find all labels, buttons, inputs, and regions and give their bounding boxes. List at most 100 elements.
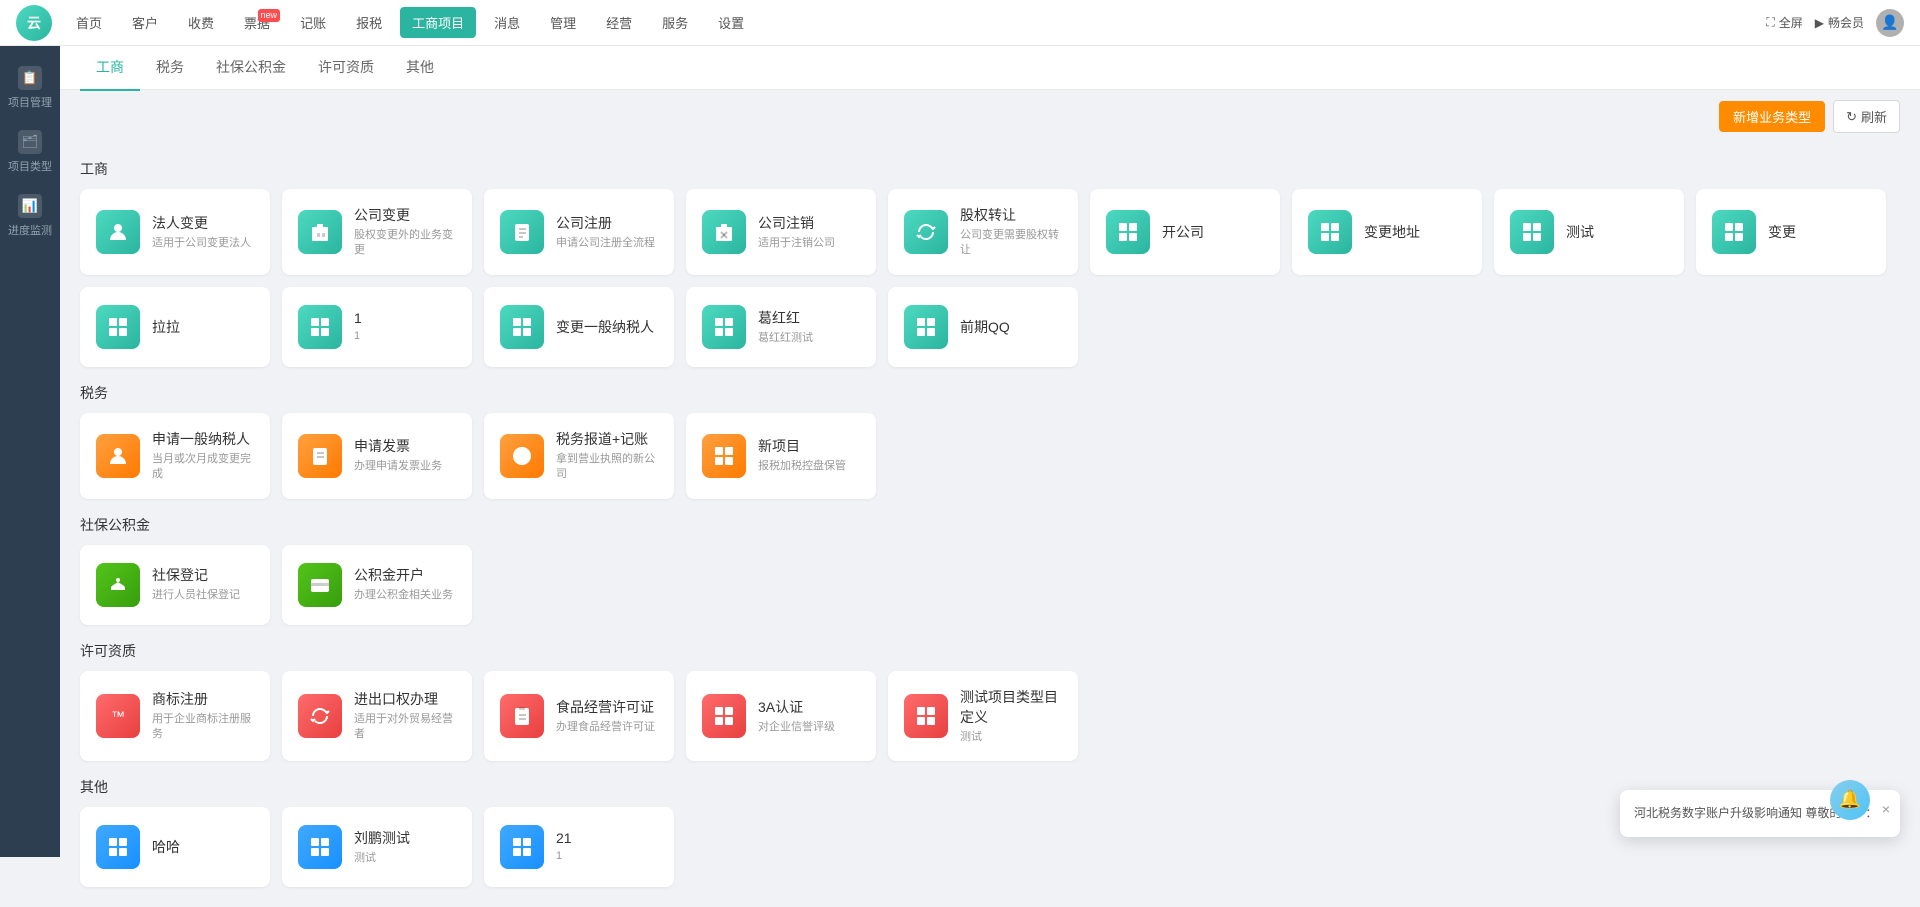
member-btn[interactable]: ▶ 畅会员 [1815, 14, 1864, 31]
card-lala[interactable]: 拉拉 [80, 287, 270, 367]
sidebar-item-project-type[interactable]: 🗂 项目类型 [0, 120, 60, 184]
card-desc-apply-taxpayer: 当月或次月成变更完成 [152, 452, 254, 483]
card-desc-liupengtest: 测试 [354, 851, 410, 866]
nav-item-home[interactable]: 首页 [64, 7, 114, 38]
tab-bar: 工商税务社保公积金许可资质其他 [60, 46, 1920, 90]
tab-xuke[interactable]: 许可资质 [302, 45, 390, 91]
card-icon-apply-invoice [298, 434, 342, 478]
card-desc-company-cancel: 适用于注销公司 [758, 236, 835, 251]
card-fund-open[interactable]: 公积金开户 办理公积金相关业务 [282, 545, 472, 625]
nav-item-tax[interactable]: 报税 [344, 7, 394, 38]
card-one[interactable]: 1 1 [282, 287, 472, 367]
card-icon-import-export [298, 694, 342, 738]
card-icon-twenty-one [500, 825, 544, 869]
card-3a-cert[interactable]: 3A认证 对企业信誉评级 [686, 671, 876, 761]
card-liupengtest[interactable]: 刘鹏测试 测试 [282, 807, 472, 887]
main-content: 工商税务社保公积金许可资质其他 新增业务类型 ↻ 刷新 工商 法人变更 适用于公… [60, 46, 1920, 907]
card-title-company-change: 公司变更 [354, 205, 456, 225]
project-type-icon: 🗂 [18, 130, 42, 154]
card-title-legal-change: 法人变更 [152, 213, 251, 233]
card-trademark[interactable]: ™ 商标注册 用于企业商标注册服务 [80, 671, 270, 761]
fullscreen-btn[interactable]: ⛶ 全屏 [1766, 14, 1802, 31]
member-icon: ▶ [1815, 16, 1824, 30]
card-title-haha: 哈哈 [152, 837, 180, 857]
card-mohonghong[interactable]: 葛红红 葛红红测试 [686, 287, 876, 367]
card-title-3a-cert: 3A认证 [758, 697, 835, 717]
card-open-company[interactable]: 开公司 [1090, 189, 1280, 275]
card-title-import-export: 进出口权办理 [354, 689, 456, 709]
card-apply-invoice[interactable]: 申请发票 办理申请发票业务 [282, 413, 472, 499]
card-social-reg[interactable]: 社保登记 进行人员社保登记 [80, 545, 270, 625]
nav-item-operations[interactable]: 经营 [594, 7, 644, 38]
card-import-export[interactable]: 进出口权办理 适用于对外贸易经营者 [282, 671, 472, 761]
card-icon-pre-qq [904, 305, 948, 349]
card-apply-taxpayer[interactable]: 申请一般纳税人 当月或次月成变更完成 [80, 413, 270, 499]
card-desc-legal-change: 适用于公司变更法人 [152, 236, 251, 251]
nav-item-tickets[interactable]: 票据new [232, 7, 282, 38]
tab-shuiwu[interactable]: 税务 [140, 45, 200, 91]
sidebar: 📋 项目管理 🗂 项目类型 📊 进度监测 [0, 46, 60, 857]
card-test-type[interactable]: 测试项目类型目定义 测试 [888, 671, 1078, 761]
nav-item-bookkeeping[interactable]: 记账 [288, 7, 338, 38]
card-pre-qq[interactable]: 前期QQ [888, 287, 1078, 367]
card-icon-3a-cert [702, 694, 746, 738]
nav-item-management[interactable]: 管理 [538, 7, 588, 38]
card-desc-import-export: 适用于对外贸易经营者 [354, 712, 456, 743]
card-test[interactable]: 测试 [1494, 189, 1684, 275]
card-icon-lala [96, 305, 140, 349]
card-twenty-one[interactable]: 21 1 [484, 807, 674, 887]
card-change-taxpayer[interactable]: 变更一般纳税人 [484, 287, 674, 367]
top-nav: 云 首页客户收费票据new记账报税工商项目消息管理经营服务设置 ⛶ 全屏 ▶ 畅… [0, 0, 1920, 46]
card-desc-twenty-one: 1 [556, 849, 572, 864]
section-title-shebao: 社保公积金 [80, 515, 1900, 535]
card-title-fund-open: 公积金开户 [354, 565, 453, 585]
card-title-food-license: 食品经营许可证 [556, 697, 655, 717]
card-title-change-address: 变更地址 [1364, 222, 1420, 242]
card-icon-liupengtest [298, 825, 342, 869]
refresh-button[interactable]: ↻ 刷新 [1833, 100, 1900, 133]
card-title-twenty-one: 21 [556, 830, 572, 846]
card-company-reg[interactable]: 公司注册 申请公司注册全流程 [484, 189, 674, 275]
card-change-address[interactable]: 变更地址 [1292, 189, 1482, 275]
card-haha[interactable]: 哈哈 [80, 807, 270, 887]
nav-item-bizreg[interactable]: 工商项目 [400, 7, 476, 38]
card-new-project[interactable]: 新项目 报税加税控盘保管 [686, 413, 876, 499]
card-title-open-company: 开公司 [1162, 222, 1204, 242]
card-equity-transfer[interactable]: 股权转让 公司变更需要股权转让 [888, 189, 1078, 275]
nav-item-billing[interactable]: 收费 [176, 7, 226, 38]
section-title-gongshang: 工商 [80, 159, 1900, 179]
card-title-mohonghong: 葛红红 [758, 308, 813, 328]
sidebar-item-progress[interactable]: 📊 进度监测 [0, 184, 60, 248]
card-desc-equity-transfer: 公司变更需要股权转让 [960, 228, 1062, 259]
nav-item-clients[interactable]: 客户 [120, 7, 170, 38]
card-company-change[interactable]: 公司变更 股权变更外的业务变更 [282, 189, 472, 275]
card-desc-food-license: 办理食品经营许可证 [556, 720, 655, 735]
nav-item-messages[interactable]: 消息 [482, 7, 532, 38]
card-change[interactable]: 变更 [1696, 189, 1886, 275]
card-title-new-project: 新项目 [758, 436, 846, 456]
nav-item-services[interactable]: 服务 [650, 7, 700, 38]
card-desc-3a-cert: 对企业信誉评级 [758, 720, 835, 735]
avatar[interactable]: 👤 [1876, 9, 1904, 37]
tab-gongshang[interactable]: 工商 [80, 45, 140, 91]
card-legal-change[interactable]: 法人变更 适用于公司变更法人 [80, 189, 270, 275]
notification-popup: 🔔 × 河北税务数字账户升级影响通知 尊敬的用户： [1620, 790, 1900, 837]
card-food-license[interactable]: 食品经营许可证 办理食品经营许可证 [484, 671, 674, 761]
card-desc-new-project: 报税加税控盘保管 [758, 459, 846, 474]
nav-item-settings[interactable]: 设置 [706, 7, 756, 38]
tab-other[interactable]: 其他 [390, 45, 450, 91]
card-title-company-reg: 公司注册 [556, 213, 655, 233]
card-desc-company-change: 股权变更外的业务变更 [354, 228, 456, 259]
card-icon-change [1712, 210, 1756, 254]
sidebar-item-project-mgmt[interactable]: 📋 项目管理 [0, 56, 60, 120]
card-tax-report[interactable]: ¥ 税务报道+记账 拿到营业执照的新公司 [484, 413, 674, 499]
notification-close[interactable]: × [1882, 798, 1890, 820]
card-desc-social-reg: 进行人员社保登记 [152, 588, 240, 603]
tab-shebao[interactable]: 社保公积金 [200, 45, 302, 91]
card-title-liupengtest: 刘鹏测试 [354, 828, 410, 848]
new-type-button[interactable]: 新增业务类型 [1719, 101, 1825, 132]
card-desc-apply-invoice: 办理申请发票业务 [354, 459, 442, 474]
card-company-cancel[interactable]: 公司注销 适用于注销公司 [686, 189, 876, 275]
project-mgmt-label: 项目管理 [8, 94, 52, 110]
section-title-xuke: 许可资质 [80, 641, 1900, 661]
